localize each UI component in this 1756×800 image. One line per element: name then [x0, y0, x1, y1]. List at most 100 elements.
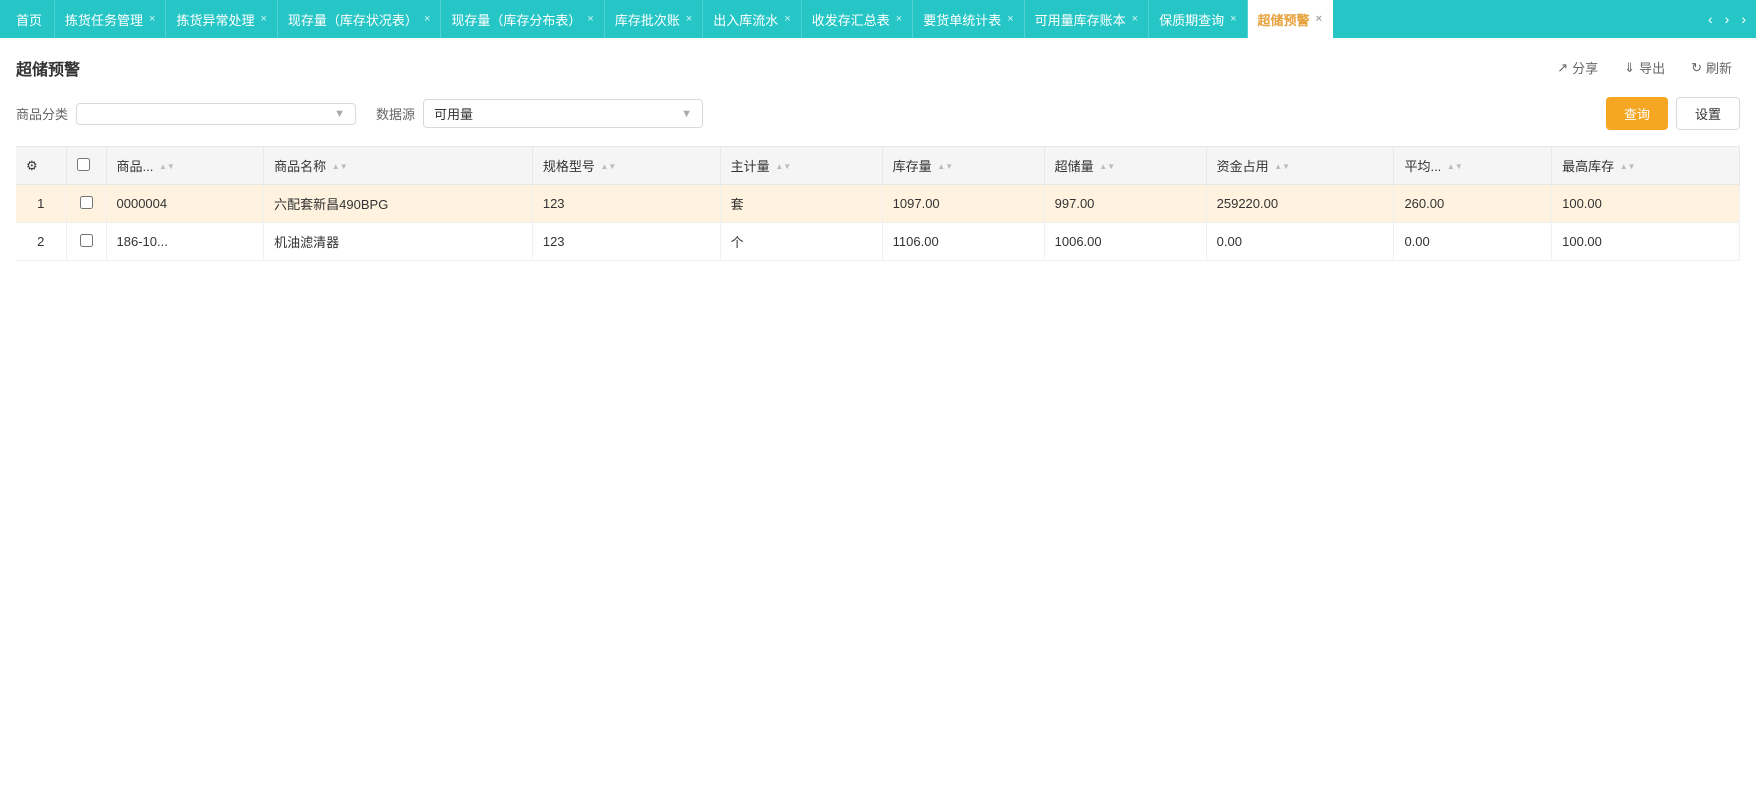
col-header-avg[interactable]: 平均... ▲▼ — [1394, 147, 1552, 185]
col-label-stock: 库存量 — [893, 159, 932, 174]
nav-tab-label-7: 要货单统计表 — [923, 10, 1001, 29]
nav-tab-close-5[interactable]: × — [784, 13, 790, 25]
row-1-product-code: 0000004 — [106, 185, 264, 223]
row-2-checkbox[interactable] — [80, 234, 93, 247]
row-2-product-name: 机油滤清器 — [264, 223, 533, 261]
row-2-stock: 1106.00 — [882, 223, 1044, 261]
nav-tab-label-6: 收发存汇总表 — [812, 10, 890, 29]
col-header-capital[interactable]: 资金占用 ▲▼ — [1206, 147, 1394, 185]
datasource-value: 可用量 — [434, 104, 473, 123]
col-header-overstock[interactable]: 超储量 ▲▼ — [1044, 147, 1206, 185]
nav-tab-close-4[interactable]: × — [686, 13, 692, 25]
col-label-overstock: 超储量 — [1055, 159, 1094, 174]
col-label-product-name: 商品名称 — [274, 159, 326, 174]
nav-prev-arrow[interactable]: ‹ — [1702, 11, 1719, 27]
nav-tab-close-6[interactable]: × — [896, 13, 902, 25]
nav-tab-9[interactable]: 保质期查询 × — [1149, 0, 1247, 38]
nav-more-arrow[interactable]: › — [1735, 11, 1752, 27]
nav-arrows: ‹ › › — [1702, 11, 1752, 27]
row-1-checkbox[interactable] — [80, 196, 93, 209]
sort-icon-product-code: ▲▼ — [159, 163, 175, 172]
nav-tab-8[interactable]: 可用量库存账本 × — [1025, 0, 1149, 38]
nav-tab-close-7[interactable]: × — [1007, 13, 1013, 25]
export-label: 导出 — [1639, 58, 1665, 77]
refresh-label: 刷新 — [1706, 58, 1732, 77]
settings-icon[interactable]: ⚙ — [26, 158, 38, 173]
nav-tab-10[interactable]: 超储预警 × — [1248, 0, 1333, 38]
row-2-avg: 0.00 — [1394, 223, 1552, 261]
share-icon: ↗ — [1557, 60, 1568, 76]
table-body: 1 0000004 六配套新昌490BPG 123 套 1097.00 997.… — [16, 185, 1740, 261]
col-header-max-stock[interactable]: 最高库存 ▲▼ — [1552, 147, 1740, 185]
nav-tab-label-8: 可用量库存账本 — [1035, 10, 1126, 29]
sort-icon-overstock: ▲▼ — [1099, 163, 1115, 172]
row-1-index: 1 — [16, 185, 66, 223]
nav-tab-7[interactable]: 要货单统计表 × — [913, 0, 1024, 38]
nav-tab-3[interactable]: 现存量（库存分布表） × — [441, 0, 604, 38]
filter-actions: 查询 设置 — [1606, 97, 1740, 130]
row-1-max-stock: 100.00 — [1552, 185, 1740, 223]
col-header-product-name[interactable]: 商品名称 ▲▼ — [264, 147, 533, 185]
top-nav: 首页 拣货任务管理 × 拣货异常处理 × 现存量（库存状况表） × 现存量（库存… — [0, 0, 1756, 38]
nav-tab-close-10[interactable]: × — [1316, 13, 1322, 25]
row-2-unit: 个 — [720, 223, 882, 261]
category-dropdown-icon: ▼ — [334, 108, 345, 120]
row-1-checkbox-cell[interactable] — [66, 185, 106, 223]
nav-tab-close-3[interactable]: × — [587, 13, 593, 25]
nav-tab-6[interactable]: 收发存汇总表 × — [802, 0, 913, 38]
table-row: 1 0000004 六配套新昌490BPG 123 套 1097.00 997.… — [16, 185, 1740, 223]
nav-tab-5[interactable]: 出入库流水 × — [703, 0, 801, 38]
col-label-avg: 平均... — [1404, 159, 1441, 174]
nav-tab-close-2[interactable]: × — [424, 13, 430, 25]
col-label-capital: 资金占用 — [1217, 159, 1269, 174]
nav-tab-close-8[interactable]: × — [1132, 13, 1138, 25]
nav-tab-close-0[interactable]: × — [149, 13, 155, 25]
col-header-settings[interactable]: ⚙ — [16, 147, 66, 185]
row-2-spec: 123 — [532, 223, 720, 261]
row-1-overstock: 997.00 — [1044, 185, 1206, 223]
category-label: 商品分类 — [16, 104, 68, 123]
sort-icon-spec: ▲▼ — [600, 163, 616, 172]
row-1-spec: 123 — [532, 185, 720, 223]
refresh-button[interactable]: ↻ 刷新 — [1683, 54, 1740, 81]
col-header-unit[interactable]: 主计量 ▲▼ — [720, 147, 882, 185]
row-2-max-stock: 100.00 — [1552, 223, 1740, 261]
select-all-checkbox[interactable] — [77, 158, 90, 171]
sort-icon-avg: ▲▼ — [1447, 163, 1463, 172]
filter-group-datasource: 数据源 可用量 ▼ — [376, 99, 703, 128]
nav-tab-0[interactable]: 拣货任务管理 × — [55, 0, 166, 38]
row-2-index: 2 — [16, 223, 66, 261]
sort-icon-max-stock: ▲▼ — [1620, 163, 1636, 172]
nav-tab-close-1[interactable]: × — [260, 13, 266, 25]
data-table: ⚙ 商品... ▲▼ 商品名称 ▲▼ 规格型号 ▲▼ 主计 — [16, 146, 1740, 261]
row-1-avg: 260.00 — [1394, 185, 1552, 223]
export-button[interactable]: ⇓ 导出 — [1616, 54, 1673, 81]
table-header: ⚙ 商品... ▲▼ 商品名称 ▲▼ 规格型号 ▲▼ 主计 — [16, 147, 1740, 185]
share-button[interactable]: ↗ 分享 — [1549, 54, 1606, 81]
datasource-select[interactable]: 可用量 ▼ — [423, 99, 703, 128]
col-header-stock[interactable]: 库存量 ▲▼ — [882, 147, 1044, 185]
row-2-checkbox-cell[interactable] — [66, 223, 106, 261]
category-select[interactable]: ▼ — [76, 103, 356, 125]
nav-tab-label-9: 保质期查询 — [1159, 10, 1224, 29]
col-label-spec: 规格型号 — [543, 159, 595, 174]
query-button[interactable]: 查询 — [1606, 97, 1668, 130]
nav-next-arrow[interactable]: › — [1719, 11, 1736, 27]
nav-tab-label-3: 现存量（库存分布表） — [451, 10, 581, 29]
settings-button[interactable]: 设置 — [1676, 97, 1740, 130]
nav-tab-label-4: 库存批次账 — [615, 10, 680, 29]
nav-tab-2[interactable]: 现存量（库存状况表） × — [278, 0, 441, 38]
col-header-product-code[interactable]: 商品... ▲▼ — [106, 147, 264, 185]
nav-home[interactable]: 首页 — [4, 0, 55, 38]
nav-tab-close-9[interactable]: × — [1230, 13, 1236, 25]
row-1-stock: 1097.00 — [882, 185, 1044, 223]
header-actions: ↗ 分享 ⇓ 导出 ↻ 刷新 — [1549, 54, 1740, 81]
row-2-overstock: 1006.00 — [1044, 223, 1206, 261]
page-header: 超储预警 ↗ 分享 ⇓ 导出 ↻ 刷新 — [16, 54, 1740, 81]
refresh-icon: ↻ — [1691, 60, 1702, 76]
col-header-spec[interactable]: 规格型号 ▲▼ — [532, 147, 720, 185]
col-header-checkbox[interactable] — [66, 147, 106, 185]
col-label-max-stock: 最高库存 — [1562, 159, 1614, 174]
nav-tab-4[interactable]: 库存批次账 × — [605, 0, 703, 38]
nav-tab-1[interactable]: 拣货异常处理 × — [166, 0, 277, 38]
